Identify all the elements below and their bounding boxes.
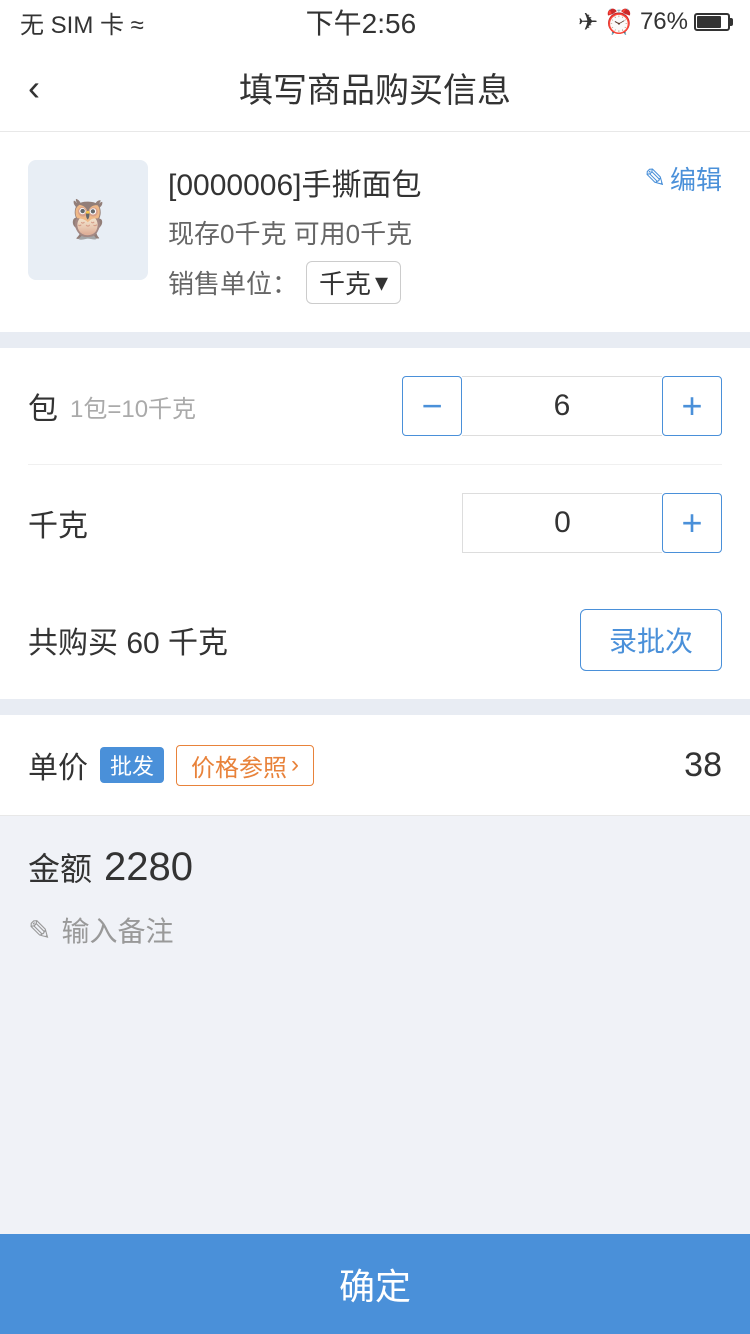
page-title: 填写商品购买信息 <box>239 63 511 112</box>
section-divider-1 <box>0 332 750 348</box>
unit-select[interactable]: 千克 ▾ <box>306 261 401 304</box>
kg-controls: + <box>462 493 722 553</box>
pifa-tag: 批发 <box>100 747 164 783</box>
note-icon: ✎ <box>28 914 51 947</box>
bao-increase-button[interactable]: + <box>662 376 722 436</box>
sim-label: 无 SIM 卡 ≈ <box>20 5 144 40</box>
kg-text: 千克 <box>28 501 88 545</box>
bao-hint: 1包=10千克 <box>70 389 196 424</box>
status-bar: 无 SIM 卡 ≈ 下午2:56 ✈ ⏰ 76% <box>0 0 750 44</box>
batch-button[interactable]: 录批次 <box>580 609 722 671</box>
price-left: 单价 批发 价格参照 › <box>28 743 314 787</box>
amount-value: 2280 <box>104 845 193 890</box>
total-text: 共购买 60 千克 <box>28 618 228 662</box>
kg-increase-button[interactable]: + <box>662 493 722 553</box>
price-section: 单价 批发 价格参照 › 38 <box>0 715 750 815</box>
price-ref-label: 价格参照 <box>191 748 287 783</box>
bao-controls: − + <box>402 376 722 436</box>
amount-label: 金额 <box>28 844 92 890</box>
edit-button[interactable]: ✎ 编辑 <box>644 160 722 197</box>
battery-percent: 76% <box>640 8 688 36</box>
bao-row: 包 1包=10千克 − + <box>28 348 722 465</box>
price-ref-arrow: › <box>291 751 299 779</box>
product-name: [0000006]手撕面包 <box>168 160 421 204</box>
kg-input[interactable] <box>462 493 662 553</box>
price-ref-button[interactable]: 价格参照 › <box>176 745 314 786</box>
kg-row: 千克 + <box>28 465 722 581</box>
edit-label: 编辑 <box>670 160 722 197</box>
unit-label: 销售单位： <box>168 264 298 301</box>
bao-text: 包 <box>28 384 58 428</box>
product-card: 🦉 [0000006]手撕面包 ✎ 编辑 现存0千克 可用0千克 销售单位： 千… <box>0 132 750 332</box>
product-info: [0000006]手撕面包 ✎ 编辑 现存0千克 可用0千克 销售单位： 千克 … <box>168 160 722 304</box>
section-divider-2 <box>0 699 750 715</box>
unit-value: 千克 <box>319 264 371 301</box>
status-time: 下午2:56 <box>306 2 417 42</box>
alarm-icon: ⏰ <box>604 8 634 37</box>
location-icon: ✈ <box>578 8 598 37</box>
total-row: 共购买 60 千克 录批次 <box>0 581 750 699</box>
amount-row: 金额 2280 <box>28 844 722 890</box>
dropdown-icon: ▾ <box>375 267 388 298</box>
confirm-bar[interactable]: 确定 <box>0 1234 750 1334</box>
kg-label: 千克 <box>28 501 88 545</box>
product-unit: 销售单位： 千克 ▾ <box>168 261 722 304</box>
nav-bar: ‹ 填写商品购买信息 <box>0 44 750 132</box>
price-label: 单价 <box>28 743 88 787</box>
price-value: 38 <box>684 746 722 785</box>
product-logo: 🦉 <box>64 198 111 242</box>
status-right: ✈ ⏰ 76% <box>578 8 730 37</box>
bao-decrease-button[interactable]: − <box>402 376 462 436</box>
price-row: 单价 批发 价格参照 › 38 <box>28 743 722 787</box>
edit-icon: ✎ <box>644 163 666 194</box>
battery-icon <box>694 13 730 31</box>
product-stock: 现存0千克 可用0千克 <box>168 214 722 251</box>
product-image: 🦉 <box>28 160 148 280</box>
input-section: 包 1包=10千克 − + 千克 + <box>0 348 750 581</box>
bao-input[interactable] <box>462 376 662 436</box>
note-row[interactable]: ✎ 输入备注 <box>28 910 722 950</box>
confirm-button[interactable]: 确定 <box>339 1258 411 1310</box>
note-label: 输入备注 <box>61 910 173 950</box>
back-button[interactable]: ‹ <box>28 67 40 109</box>
bao-label: 包 1包=10千克 <box>28 384 196 428</box>
amount-section: 金额 2280 ✎ 输入备注 <box>0 815 750 978</box>
status-left: 无 SIM 卡 ≈ <box>20 5 144 40</box>
